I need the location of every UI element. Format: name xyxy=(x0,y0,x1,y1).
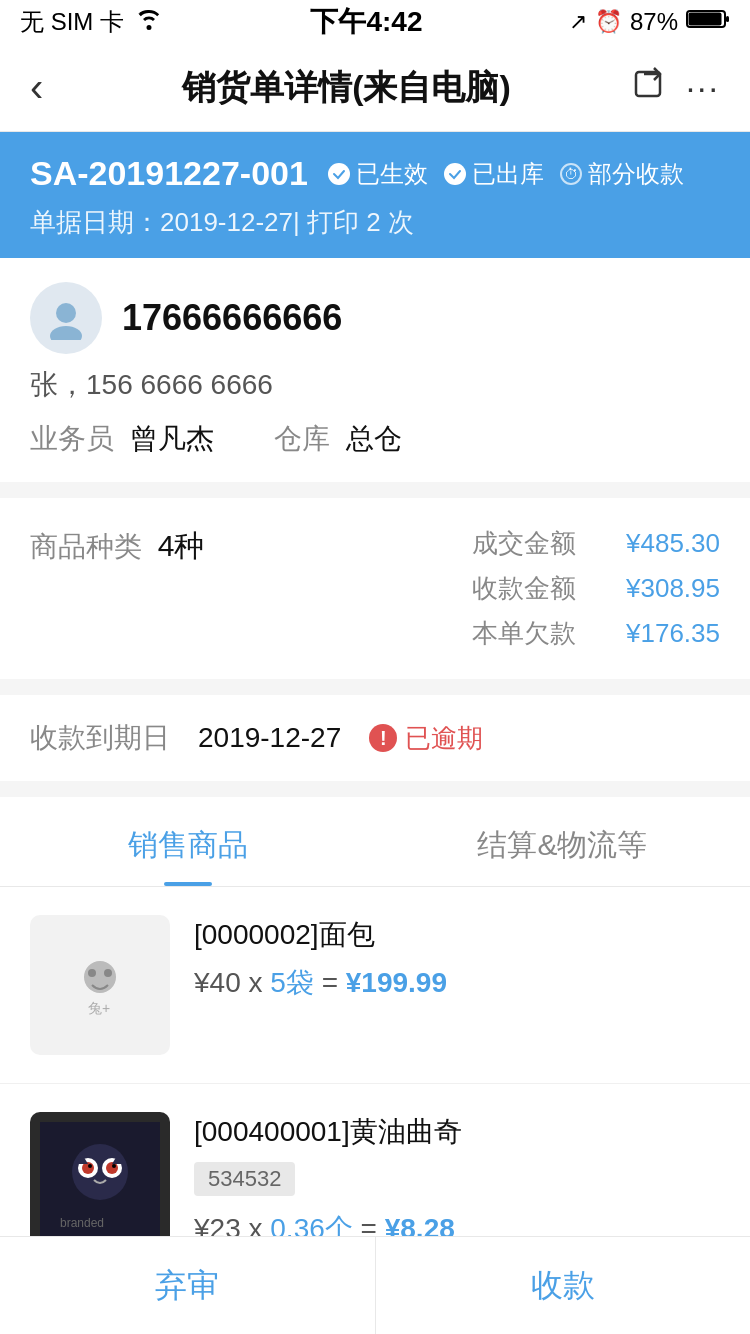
svg-rect-1 xyxy=(688,13,721,26)
customer-meta: 业务员 曾凡杰 仓库 总仓 xyxy=(30,420,720,458)
status-right: ↗ ⏰ 87% xyxy=(569,8,730,36)
battery-icon xyxy=(686,8,730,36)
svg-point-5 xyxy=(56,303,76,323)
svg-point-8 xyxy=(88,969,96,977)
sales-meta: 业务员 曾凡杰 xyxy=(30,420,214,458)
product-price-1: ¥40 x 5袋 = ¥199.99 xyxy=(194,964,720,1002)
products-section: 兔+ [0000002]面包 ¥40 x 5袋 = ¥199.99 xyxy=(0,887,750,1281)
svg-rect-3 xyxy=(636,72,660,96)
product-thumbnail-1: 兔+ xyxy=(30,915,170,1055)
wifi-icon xyxy=(134,8,164,36)
tabs-section: 销售商品 结算&物流等 xyxy=(0,797,750,887)
nav-bar: ‹ 销货单详情(来自电脑) ··· xyxy=(0,44,750,132)
alarm-icon: ⏰ xyxy=(595,9,622,35)
product-item: 兔+ [0000002]面包 ¥40 x 5袋 = ¥199.99 xyxy=(0,887,750,1084)
svg-point-17 xyxy=(88,1164,92,1168)
stats-right: 成交金额 ¥485.30 收款金额 ¥308.95 本单欠款 ¥176.35 xyxy=(472,526,720,651)
tab-sales-products[interactable]: 销售商品 xyxy=(0,797,375,886)
order-id-row: SA-20191227-001 已生效 已出库 ⏱ 部分收款 xyxy=(30,154,720,193)
status-badge-1: 已生效 xyxy=(328,158,428,190)
nav-actions: ··· xyxy=(630,66,720,110)
back-button[interactable]: ‹ xyxy=(30,65,63,110)
product-name-2: [000400001]黄油曲奇 xyxy=(194,1112,720,1151)
clock-icon: ⏱ xyxy=(560,163,582,185)
status-time: 下午4:42 xyxy=(310,3,422,41)
stats-left: 商品种类 4种 xyxy=(30,526,204,567)
product-sku-2: 534532 xyxy=(194,1162,295,1196)
product-info-2: [000400001]黄油曲奇 534532 ¥23 x 0.36个 = ¥8.… xyxy=(194,1112,720,1248)
due-section: 收款到期日 2019-12-27 ! 已逾期 xyxy=(0,695,750,781)
page-title: 销货单详情(来自电脑) xyxy=(63,65,629,111)
collect-payment-button[interactable]: 收款 xyxy=(376,1237,751,1334)
svg-point-6 xyxy=(50,326,82,340)
more-button[interactable]: ··· xyxy=(686,68,720,107)
warehouse-meta: 仓库 总仓 xyxy=(274,420,402,458)
status-left: 无 SIM 卡 xyxy=(20,6,164,38)
svg-text:兔+: 兔+ xyxy=(88,1000,110,1016)
svg-point-9 xyxy=(104,969,112,977)
product-name-1: [0000002]面包 xyxy=(194,915,720,954)
carrier-text: 无 SIM 卡 xyxy=(20,6,124,38)
product-info-1: [0000002]面包 ¥40 x 5袋 = ¥199.99 xyxy=(194,915,720,1002)
avatar xyxy=(30,282,102,354)
receipt-amount-row: 收款金额 ¥308.95 xyxy=(472,571,720,606)
cancel-audit-button[interactable]: 弃审 xyxy=(0,1237,376,1334)
tab-settlement[interactable]: 结算&物流等 xyxy=(375,797,750,886)
overdue-icon: ! xyxy=(369,724,397,752)
order-id: SA-20191227-001 xyxy=(30,154,308,193)
status-bar: 无 SIM 卡 下午4:42 ↗ ⏰ 87% xyxy=(0,0,750,44)
bottom-bar: 弃审 收款 xyxy=(0,1236,750,1334)
svg-point-18 xyxy=(112,1164,116,1168)
share-button[interactable] xyxy=(630,66,666,110)
svg-text:branded: branded xyxy=(60,1216,104,1230)
check-icon-2 xyxy=(444,163,466,185)
status-badges: 已生效 已出库 ⏱ 部分收款 xyxy=(328,158,684,190)
location-icon: ↗ xyxy=(569,9,587,35)
check-icon-1 xyxy=(328,163,350,185)
customer-contact: 张，156 6666 6666 xyxy=(30,366,720,404)
deal-amount-row: 成交金额 ¥485.30 xyxy=(472,526,720,561)
svg-rect-2 xyxy=(726,16,729,22)
status-badge-2: 已出库 xyxy=(444,158,544,190)
customer-row: 17666666666 xyxy=(30,282,720,354)
customer-name: 17666666666 xyxy=(122,297,342,339)
stats-section: 商品种类 4种 成交金额 ¥485.30 收款金额 ¥308.95 本单欠款 ¥… xyxy=(0,498,750,679)
order-header: SA-20191227-001 已生效 已出库 ⏱ 部分收款 单据日期：2019… xyxy=(0,132,750,258)
debt-amount-row: 本单欠款 ¥176.35 xyxy=(472,616,720,651)
overdue-badge: ! 已逾期 xyxy=(369,721,483,756)
product-thumbnail-2: branded xyxy=(30,1112,170,1252)
status-badge-3: ⏱ 部分收款 xyxy=(560,158,684,190)
customer-section: 17666666666 张，156 6666 6666 业务员 曾凡杰 仓库 总… xyxy=(0,258,750,482)
battery-text: 87% xyxy=(630,8,678,36)
order-date-row: 单据日期：2019-12-27| 打印 2 次 xyxy=(30,205,720,240)
